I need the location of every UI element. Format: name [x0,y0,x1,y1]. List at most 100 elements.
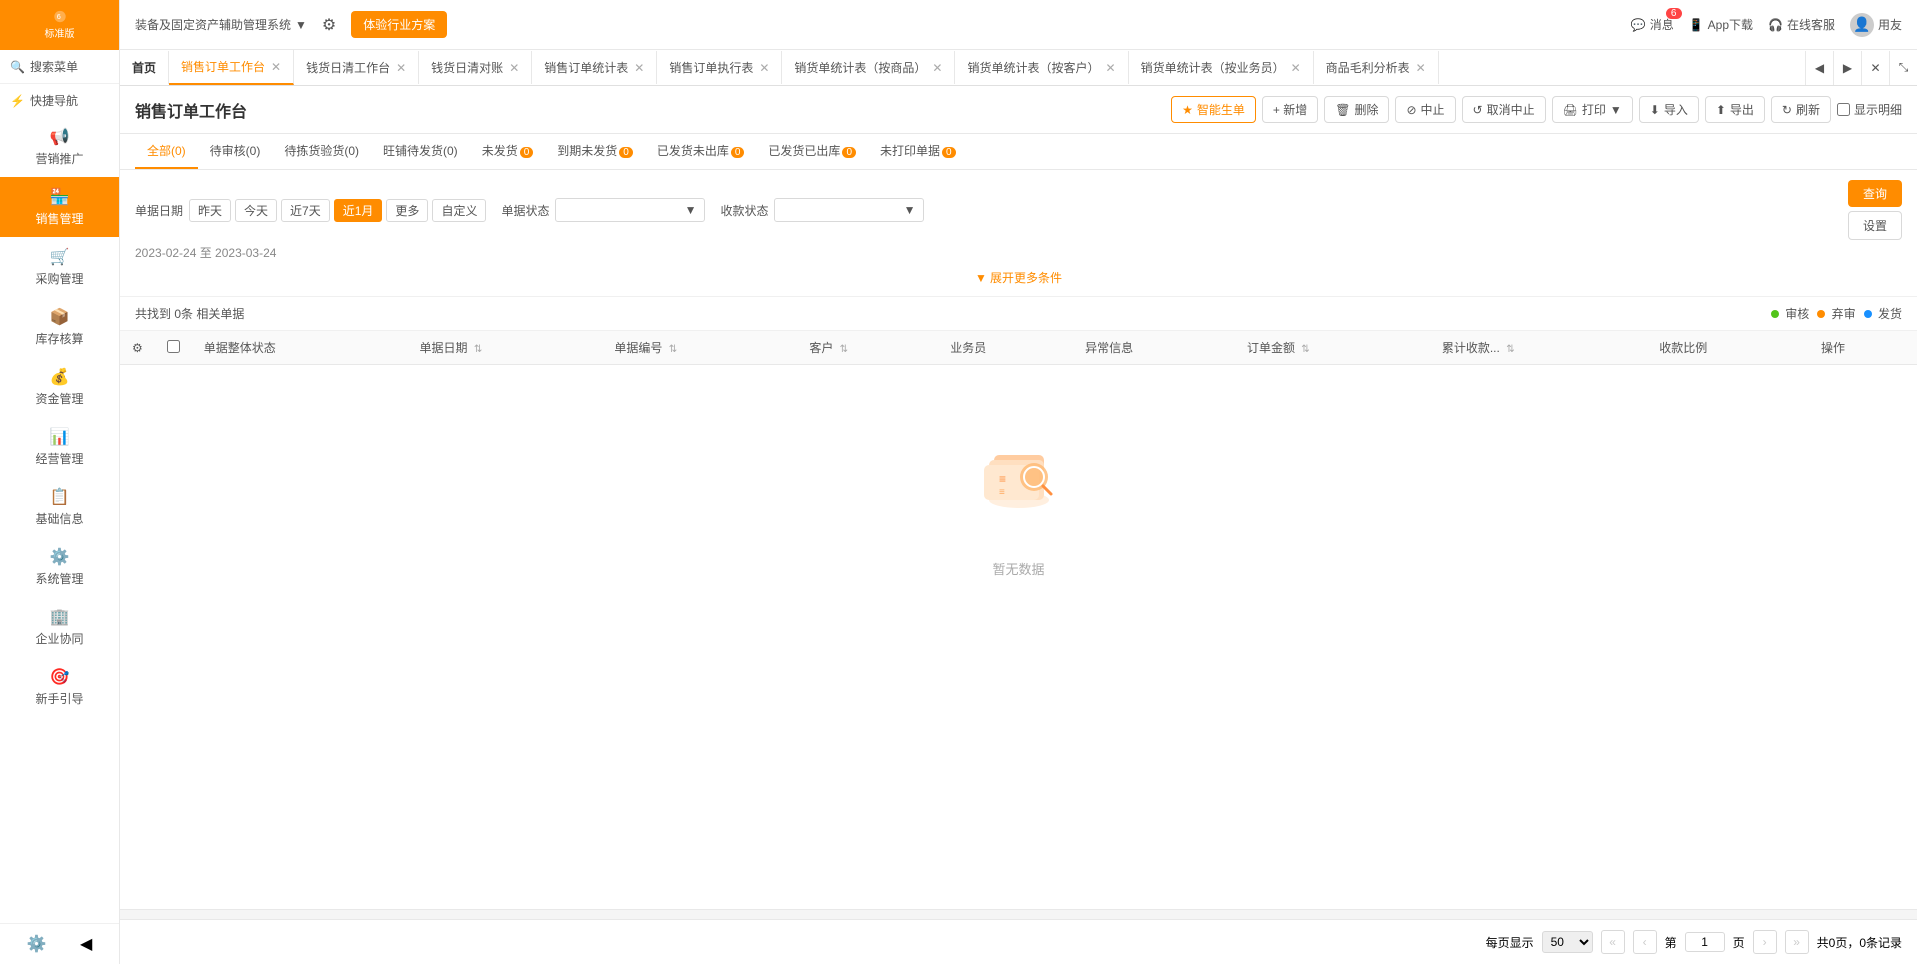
tab-sales-exec[interactable]: 销售订单执行表 ✕ [657,51,782,84]
subtab-shipped-out[interactable]: 已发货已出库0 [756,134,868,169]
status-filter-select[interactable]: ▼ [555,198,705,222]
date-today-button[interactable]: 今天 [235,199,277,222]
horizontal-scrollbar[interactable] [120,909,1917,919]
tab-sales-monthly-staff[interactable]: 销货单统计表（按业务员） ✕ [1129,51,1314,84]
first-page-button[interactable]: « [1601,930,1625,954]
tab-cash-daily[interactable]: 钱货日清工作台 ✕ [294,51,419,84]
tab-sales-monthly-product[interactable]: 销货单统计表（按商品） ✕ [782,51,955,84]
expand-filter-button[interactable]: ▼ 展开更多条件 [975,269,1062,286]
empty-state: ≡ ≡ 暂无数据 [120,365,1917,638]
next-page-button[interactable]: › [1753,930,1777,954]
sidebar-item-enterprise[interactable]: 🏢 企业协同 [0,597,119,657]
sidebar-enterprise-label: 企业协同 [35,630,83,647]
print-dropdown-icon: ▼ [1610,103,1622,117]
stop-button[interactable]: ⊘ 中止 [1395,96,1455,123]
date-more-button[interactable]: 更多 [386,199,428,222]
sidebar-item-finance[interactable]: 💰 资金管理 [0,357,119,417]
tab-close-cash-daily[interactable]: ✕ [396,61,406,75]
sidebar-item-operations[interactable]: 📊 经营管理 [0,417,119,477]
user-menu[interactable]: 👤 用友 [1850,13,1902,37]
tab-close-sales-stats[interactable]: ✕ [634,61,644,75]
cancel-stop-button[interactable]: ↺ 取消中止 [1462,96,1546,123]
select-all-checkbox[interactable] [167,340,180,353]
tab-sales-stats[interactable]: 销售订单统计表 ✕ [532,51,657,84]
subtab-wangpu-pending[interactable]: 旺铺待发货(0) [371,134,470,169]
tab-sales-order-workbench[interactable]: 销售订单工作台 ✕ [169,50,294,85]
setting-button[interactable]: 设置 [1848,211,1902,240]
th-settings[interactable]: ⚙ [120,331,155,365]
sidebar-item-purchase[interactable]: 🛒 采购管理 [0,237,119,297]
tab-gross-profit[interactable]: 商品毛利分析表 ✕ [1314,51,1439,84]
subtab-shipped-not-out-label: 已发货未出库 [657,144,729,158]
sidebar-item-guide[interactable]: 🎯 新手引导 [0,657,119,717]
last-page-button[interactable]: » [1785,930,1809,954]
th-customer[interactable]: 客户 ⇅ [797,331,938,365]
show-detail-checkbox-label[interactable]: 显示明细 [1837,101,1902,118]
export-button[interactable]: ⬆ 导出 [1705,96,1765,123]
message-button[interactable]: 💬 消息 6 [1631,16,1674,33]
solution-button[interactable]: 体验行业方案 [351,11,447,38]
payment-filter-select[interactable]: ▼ [774,198,924,222]
date-yesterday-button[interactable]: 昨天 [189,199,231,222]
ship-action[interactable]: 发货 [1864,305,1902,322]
date-7days-button[interactable]: 近7天 [281,199,330,222]
tab-expand-button[interactable]: ⤡ [1889,51,1917,85]
subtab-all[interactable]: 全部(0) [135,134,198,169]
sidebar-item-marketing[interactable]: 📢 营销推广 [0,117,119,177]
th-amount[interactable]: 订单金额 ⇅ [1235,331,1430,365]
tab-cash-reconcile[interactable]: 钱货日清对账 ✕ [419,51,532,84]
tab-close-all-button[interactable]: ✕ [1861,51,1889,85]
prev-page-button[interactable]: ‹ [1633,930,1657,954]
settings-icon[interactable]: ⚙️ [27,934,47,954]
tab-prev-button[interactable]: ◀ [1805,51,1833,85]
date-custom-button[interactable]: 自定义 [432,199,486,222]
show-detail-checkbox[interactable] [1837,103,1850,116]
print-button[interactable]: 🖨 打印 ▼ [1552,96,1633,123]
gear-icon[interactable]: ⚙ [322,15,336,35]
tab-close-sales-order[interactable]: ✕ [271,60,281,74]
refresh-button[interactable]: ↻ 刷新 [1771,96,1831,123]
subtab-shipped-not-out[interactable]: 已发货未出库0 [645,134,757,169]
th-date[interactable]: 单据日期 ⇅ [408,331,603,365]
sidebar-quick-nav[interactable]: ⚡ 快捷导航 [0,84,119,117]
th-checkbox[interactable] [155,331,192,365]
tab-close-cash-reconcile[interactable]: ✕ [509,61,519,75]
collapse-icon[interactable]: ◀ [80,934,92,954]
sidebar-item-sales[interactable]: 🏪 销售管理 [0,177,119,237]
new-button[interactable]: + 新增 [1262,96,1318,123]
subtab-pending-review[interactable]: 待审核(0) [198,134,273,169]
svg-text:≡: ≡ [999,487,1005,498]
page-size-select[interactable]: 10 20 50 100 [1542,931,1593,953]
page-number-input[interactable] [1685,932,1725,952]
app-download-button[interactable]: 📱 App下载 [1689,16,1753,33]
subtab-pending-inspect[interactable]: 待拣货验货(0) [272,134,371,169]
sidebar-item-basic-info[interactable]: 📋 基础信息 [0,477,119,537]
system-title[interactable]: 装备及固定资产辅助管理系统 ▼ [135,16,307,33]
sidebar-search[interactable]: 🔍 搜索菜单 [0,50,119,84]
smart-create-button[interactable]: ★ 智能生单 [1171,96,1256,123]
date-1month-button[interactable]: 近1月 [334,199,383,222]
tab-close-gross-profit[interactable]: ✕ [1416,61,1426,75]
th-number[interactable]: 单据编号 ⇅ [602,331,797,365]
tab-close-monthly-staff[interactable]: ✕ [1291,61,1301,75]
review-action[interactable]: 审核 [1771,305,1809,322]
import-button[interactable]: ⬇ 导入 [1639,96,1699,123]
reject-action[interactable]: 弃审 [1817,305,1855,322]
subtab-not-printed[interactable]: 未打印单据0 [868,134,968,169]
delete-button[interactable]: 🗑 删除 [1324,96,1389,123]
tab-home[interactable]: 首页 [120,51,169,84]
subtab-not-shipped[interactable]: 未发货0 [470,134,546,169]
sidebar-item-system[interactable]: ⚙️ 系统管理 [0,537,119,597]
sidebar-finance-label: 资金管理 [35,390,83,407]
sidebar-item-inventory[interactable]: 📦 库存核算 [0,297,119,357]
delete-icon: 🗑 [1335,103,1350,117]
tab-next-button[interactable]: ▶ [1833,51,1861,85]
query-button[interactable]: 查询 [1848,180,1902,207]
tab-close-sales-exec[interactable]: ✕ [759,61,769,75]
online-service-button[interactable]: 🎧 在线客服 [1768,16,1835,33]
subtab-overdue-not-shipped[interactable]: 到期未发货0 [545,134,645,169]
tab-close-monthly-product[interactable]: ✕ [932,61,942,75]
tab-sales-monthly-customer[interactable]: 销货单统计表（按客户） ✕ [955,51,1128,84]
th-collected[interactable]: 累计收款... ⇅ [1430,331,1647,365]
tab-close-monthly-customer[interactable]: ✕ [1106,61,1116,75]
